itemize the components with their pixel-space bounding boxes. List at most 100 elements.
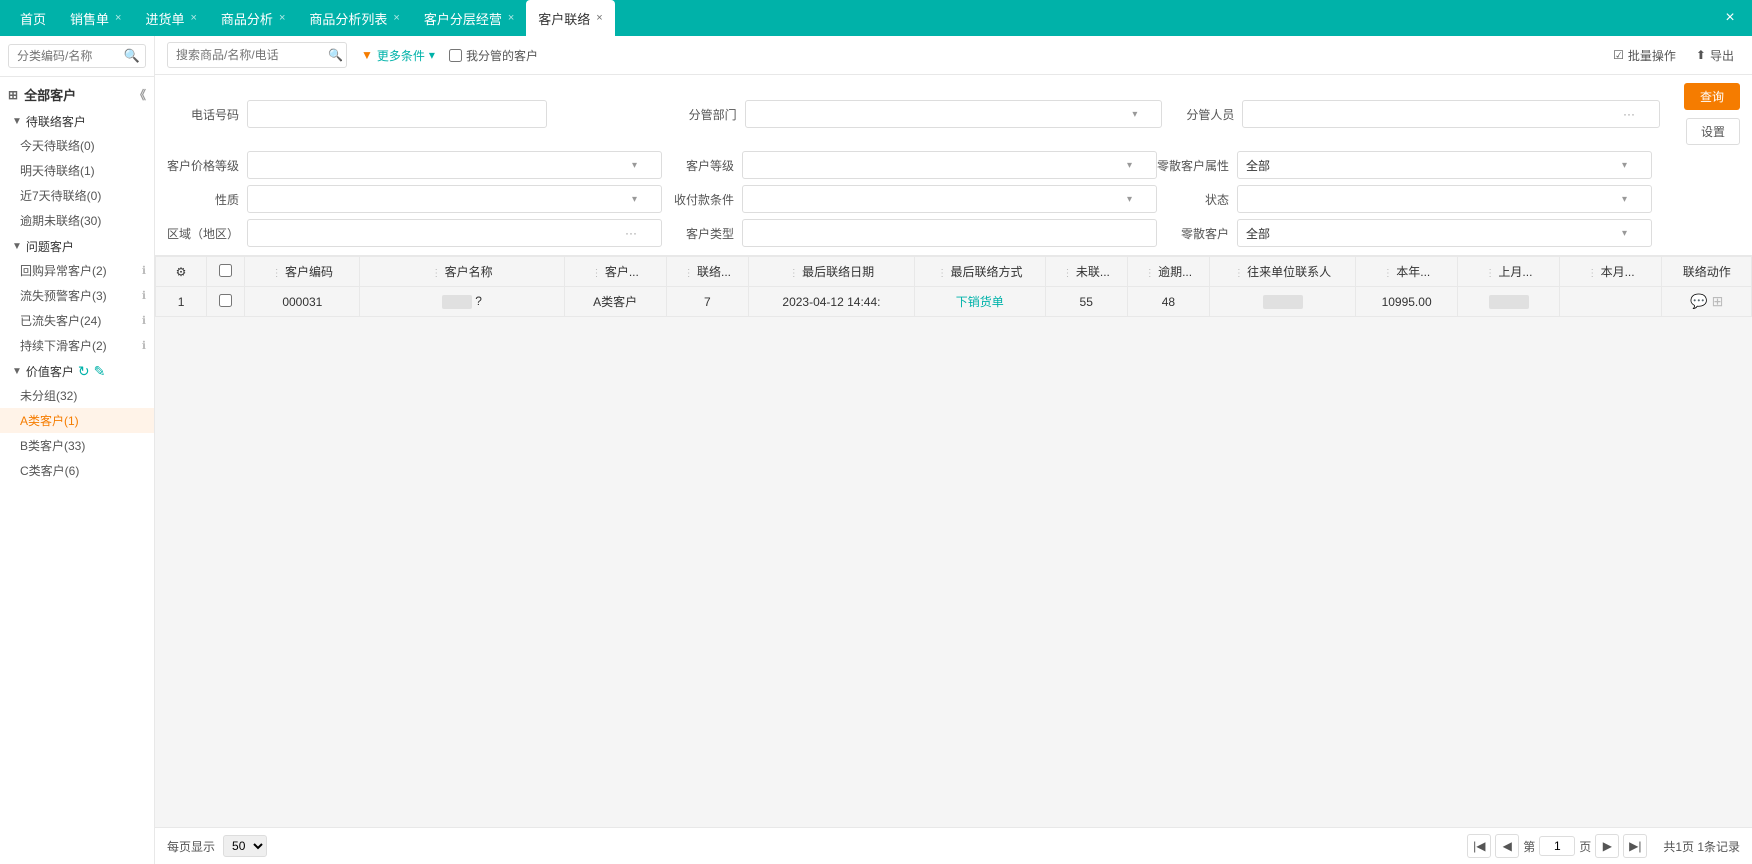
query-button[interactable]: 查询 (1684, 83, 1740, 110)
sidebar-value-header[interactable]: ▼ 价值客户 ↻ ✎ (0, 358, 154, 383)
th-drag-contacts-person: ⋮ (1234, 268, 1244, 279)
nav-sales-close[interactable]: × (115, 12, 121, 24)
churn-warn-info-icon[interactable]: ℹ (142, 289, 146, 302)
nav-item-analysis[interactable]: 商品分析 × (209, 0, 297, 36)
search-input[interactable] (167, 42, 347, 68)
last-month-bar (1489, 295, 1529, 309)
retail-customer-label: 零散客户 (1157, 225, 1237, 242)
status-select[interactable]: ▾ (1237, 185, 1652, 213)
customer-tier-chevron-icon: ▾ (1127, 160, 1132, 171)
sidebar-pending-header[interactable]: ▼ 待联络客户 (0, 108, 154, 133)
payment-select[interactable]: ▾ (742, 185, 1157, 213)
settings-icon[interactable]: ⚙ (176, 265, 187, 279)
phone-input[interactable] (247, 100, 547, 128)
last-page-button[interactable]: ▶| (1623, 834, 1647, 858)
first-page-button[interactable]: |◀ (1467, 834, 1491, 858)
nav-analysis-close[interactable]: × (279, 12, 285, 24)
th-this-year[interactable]: ⋮ 本年... (1356, 257, 1458, 287)
filter-item-retail-attr: 零散客户属性 全部 ▾ (1157, 151, 1652, 179)
customer-tier-select[interactable]: ▾ (742, 151, 1157, 179)
select-all-checkbox[interactable] (219, 264, 232, 277)
nav-customer-contact-label: 客户联络 (538, 9, 590, 28)
repurchase-info-icon[interactable]: ℹ (142, 264, 146, 277)
th-drag-not-contacted: ⋮ (1063, 268, 1073, 279)
sidebar-item-today[interactable]: 今天待联络(0) (0, 133, 154, 158)
th-last-contact-date[interactable]: ⋮ 最后联络日期 (748, 257, 914, 287)
next-page-button[interactable]: ▶ (1595, 834, 1619, 858)
declining-info-icon[interactable]: ℹ (142, 339, 146, 352)
sidebar-item-c-class[interactable]: C类客户(6) (0, 458, 154, 483)
nav-item-analysis-list[interactable]: 商品分析列表 × (297, 0, 411, 36)
dept-select[interactable]: ▾ (745, 100, 1163, 128)
sidebar-item-declining[interactable]: 持续下滑客户(2) ℹ (0, 333, 154, 358)
my-customer-check[interactable]: 我分管的客户 (449, 47, 538, 64)
export-icon: ⬆ (1696, 48, 1706, 62)
th-settings[interactable]: ⚙ (156, 257, 207, 287)
th-last-month[interactable]: ⋮ 上月... (1458, 257, 1560, 287)
nav-item-customer-contact[interactable]: 客户联络 × (526, 0, 614, 36)
nav-customer-tier-close[interactable]: × (508, 12, 514, 24)
td-index: 1 (156, 287, 207, 317)
retail-customer-select[interactable]: 全部 ▾ (1237, 219, 1652, 247)
nav-item-sales[interactable]: 销售单 × (58, 0, 133, 36)
nav-item-customer-tier[interactable]: 客户分层经营 × (412, 0, 526, 36)
page-number-input[interactable] (1539, 836, 1575, 856)
nav-analysis-list-close[interactable]: × (393, 12, 399, 24)
sidebar-item-tomorrow[interactable]: 明天待联络(1) (0, 158, 154, 183)
th-code[interactable]: ⋮ 客户编码 (245, 257, 360, 287)
nature-select[interactable]: ▾ (247, 185, 662, 213)
td-last-contact-date: 2023-04-12 14:44: (748, 287, 914, 317)
churned-info-icon[interactable]: ℹ (142, 314, 146, 327)
nav-home[interactable]: 首页 (8, 0, 58, 36)
sidebar-item-churn-warn[interactable]: 流失预警客户(3) ℹ (0, 283, 154, 308)
search-button[interactable]: 🔍 (328, 48, 343, 62)
th-drag-date: ⋮ (789, 268, 799, 279)
qr-icon[interactable]: ⊞ (1712, 293, 1724, 310)
export-button[interactable]: ⬆ 导出 (1690, 43, 1740, 68)
setting-button[interactable]: 设置 (1686, 118, 1740, 145)
customer-type-input[interactable] (742, 219, 1157, 247)
last-contact-link[interactable]: 下销货单 (956, 295, 1004, 309)
chat-icon[interactable]: 💬 (1690, 293, 1707, 310)
td-contact-count: 7 (666, 287, 748, 317)
sidebar-search-icon[interactable]: 🔍 (124, 48, 140, 64)
region-select[interactable]: ··· (247, 219, 662, 247)
sidebar-item-ungrouped[interactable]: 未分组(32) (0, 383, 154, 408)
row-checkbox[interactable] (219, 294, 232, 307)
th-overdue[interactable]: ⋮ 逾期... (1127, 257, 1209, 287)
th-name[interactable]: ⋮ 客户名称 (360, 257, 564, 287)
price-tier-select[interactable]: ▾ (247, 151, 662, 179)
th-last-contact-method[interactable]: ⋮ 最后联络方式 (914, 257, 1045, 287)
th-this-month[interactable]: ⋮ 本月... (1560, 257, 1662, 287)
window-close-button[interactable]: × (1716, 4, 1744, 32)
my-customer-checkbox[interactable] (449, 49, 462, 62)
retail-attr-select[interactable]: 全部 ▾ (1237, 151, 1652, 179)
nav-purchase-close[interactable]: × (190, 12, 196, 24)
prev-page-button[interactable]: ◀ (1495, 834, 1519, 858)
th-not-contacted[interactable]: ⋮ 未联... (1045, 257, 1127, 287)
sidebar-problem-header[interactable]: ▼ 问题客户 (0, 233, 154, 258)
manager-select[interactable]: ··· (1242, 100, 1660, 128)
sidebar-item-7days[interactable]: 近7天待联络(0) (0, 183, 154, 208)
th-contact-count[interactable]: ⋮ 联络... (666, 257, 748, 287)
repurchase-label: 回购异常客户(2) (20, 262, 107, 279)
sidebar-item-churned[interactable]: 已流失客户(24) ℹ (0, 308, 154, 333)
sidebar-item-a-class[interactable]: A类客户(1) (0, 408, 154, 433)
value-edit-icon[interactable]: ✎ (94, 363, 106, 380)
sidebar-all-customers-header[interactable]: ⊞ 全部客户 《 (0, 77, 154, 108)
th-contacts-person[interactable]: ⋮ 往来单位联系人 (1209, 257, 1355, 287)
value-refresh-icon[interactable]: ↻ (78, 363, 90, 380)
nav-customer-contact-close[interactable]: × (596, 12, 602, 24)
batch-op-button[interactable]: ☑ 批量操作 (1607, 43, 1682, 68)
filter-item-customer-tier: 客户等级 ▾ (662, 151, 1157, 179)
sidebar-collapse-btn[interactable]: 《 (134, 86, 146, 103)
sidebar-item-repurchase[interactable]: 回购异常客户(2) ℹ (0, 258, 154, 283)
toolbar-right: ☑ 批量操作 ⬆ 导出 (1607, 43, 1740, 68)
page-size-select[interactable]: 50 (223, 835, 267, 857)
nav-item-purchase[interactable]: 进货单 × (133, 0, 208, 36)
sidebar-item-overdue[interactable]: 逾期未联络(30) (0, 208, 154, 233)
more-filter-button[interactable]: ▼ 更多条件 ▾ (355, 43, 441, 68)
sidebar-item-b-class[interactable]: B类客户(33) (0, 433, 154, 458)
th-customer-type[interactable]: ⋮ 客户... (564, 257, 666, 287)
footer: 每页显示 50 |◀ ◀ 第 页 ▶ ▶| 共1页 1条记录 (155, 827, 1752, 864)
